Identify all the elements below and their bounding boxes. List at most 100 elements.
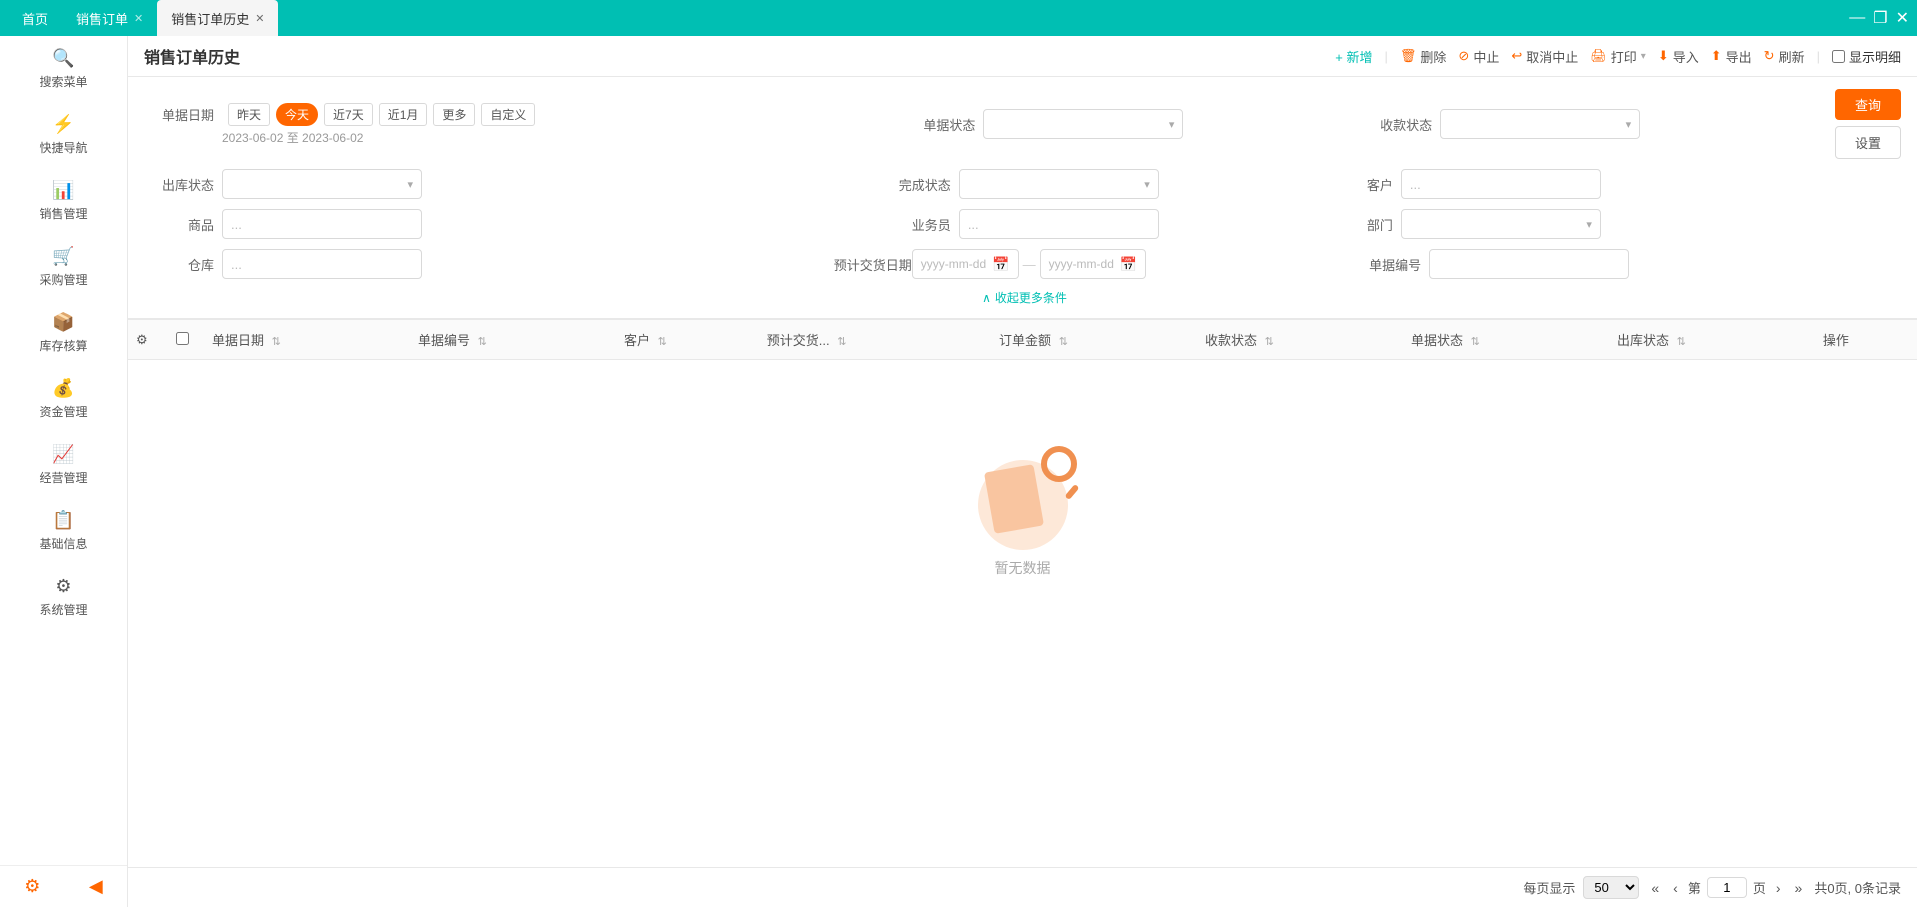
complete-status-select[interactable]: ▾	[959, 169, 1159, 199]
col-customer-sort-icon[interactable]: ⇅	[658, 336, 667, 348]
import-label: 导入	[1673, 47, 1699, 66]
page-number-input[interactable]	[1707, 877, 1747, 898]
dept-select[interactable]: ▾	[1401, 209, 1601, 239]
settings-button[interactable]: 设置	[1835, 126, 1901, 159]
empty-area: 暂无数据	[128, 360, 1917, 658]
delivery-date-to-input[interactable]: yyyy-mm-dd 📅	[1040, 249, 1147, 279]
delete-button[interactable]: 🗑 删除	[1400, 47, 1447, 66]
sidebar-item-base-info[interactable]: 📋 基础信息	[0, 498, 127, 564]
col-number[interactable]: 单据编号 ⇅	[410, 320, 616, 360]
salesperson-input[interactable]: ...	[959, 209, 1159, 239]
order-status-arrow-icon: ▾	[1169, 118, 1175, 131]
col-order-status[interactable]: 单据状态 ⇅	[1403, 320, 1609, 360]
print-icon: 🖨	[1590, 48, 1607, 64]
sidebar-item-quick-nav[interactable]: ⚡ 快捷导航	[0, 102, 127, 168]
content-area: 销售订单历史 + 新增 | 🗑 删除 ⊘ 中止 ↩ 取消中止 🖨	[128, 36, 1917, 907]
window-minimize-icon[interactable]: —	[1849, 9, 1865, 27]
tab-home-label: 首页	[22, 9, 48, 28]
export-button[interactable]: ⬆ 导出	[1711, 47, 1752, 66]
col-order-status-sort-icon[interactable]: ⇅	[1471, 336, 1480, 348]
col-amount[interactable]: 订单金额 ⇅	[991, 320, 1197, 360]
customer-input[interactable]: ...	[1401, 169, 1601, 199]
stock-out-select[interactable]: ▾	[222, 169, 422, 199]
window-restore-icon[interactable]: ❐	[1873, 8, 1887, 28]
stop-button[interactable]: ⊘ 中止	[1458, 47, 1499, 66]
product-input[interactable]: ...	[222, 209, 422, 239]
table-area: ⚙ 单据日期 ⇅ 单据编号 ⇅	[128, 319, 1917, 867]
complete-status-arrow-icon: ▾	[1144, 178, 1150, 191]
collapse-row[interactable]: ∧ 收起更多条件	[144, 289, 1901, 306]
col-payment-status-sort-icon[interactable]: ⇅	[1265, 336, 1274, 348]
sidebar-item-sales-mgmt[interactable]: 📊 销售管理	[0, 168, 127, 234]
col-date[interactable]: 单据日期 ⇅	[204, 320, 410, 360]
page-next-button[interactable]: ›	[1772, 878, 1785, 898]
import-button[interactable]: ⬇ 导入	[1658, 47, 1699, 66]
tab-sales-order-history[interactable]: 销售订单历史 ✕	[157, 0, 278, 36]
main-layout: 🔍 搜索菜单 ⚡ 快捷导航 📊 销售管理 🛒 采购管理 📦 库存核算 💰 资金管…	[0, 36, 1917, 907]
date-btn-more[interactable]: 更多	[433, 103, 475, 126]
payment-status-select[interactable]: ▾	[1440, 109, 1640, 139]
print-dropdown-icon[interactable]: ▾	[1641, 51, 1646, 62]
sidebar-settings-icon[interactable]: ⚙	[24, 876, 40, 897]
date-btn-7days[interactable]: 近7天	[324, 103, 373, 126]
print-button[interactable]: 🖨 打印 ▾	[1590, 47, 1646, 66]
filter-item-delivery-date: 预计交货日期 yyyy-mm-dd 📅 — yyyy-mm-dd 📅	[834, 249, 1351, 279]
order-status-select[interactable]: ▾	[983, 109, 1183, 139]
sidebar-item-sales-mgmt-label: 销售管理	[39, 205, 87, 222]
show-detail-checkbox[interactable]	[1832, 50, 1845, 63]
top-bar: 首页 销售订单 ✕ 销售订单历史 ✕ — ❐ ✕	[0, 0, 1917, 36]
warehouse-dots: ...	[231, 257, 242, 272]
tab-sales-order[interactable]: 销售订单 ✕	[62, 0, 157, 36]
stop-label: 中止	[1473, 47, 1499, 66]
date-range-separator: —	[1023, 257, 1036, 272]
new-button[interactable]: + 新增	[1335, 47, 1372, 66]
delivery-date-from-value: yyyy-mm-dd	[921, 257, 986, 271]
sidebar-item-purchase-mgmt[interactable]: 🛒 采购管理	[0, 234, 127, 300]
tab-sales-order-history-label: 销售订单历史	[171, 9, 249, 28]
col-stock-status-sort-icon[interactable]: ⇅	[1677, 336, 1686, 348]
col-date-sort-icon[interactable]: ⇅	[272, 336, 281, 348]
collapse-label: 收起更多条件	[995, 289, 1067, 306]
sidebar-item-ops-mgmt[interactable]: 📈 经营管理	[0, 432, 127, 498]
col-customer[interactable]: 客户 ⇅	[616, 320, 759, 360]
page-first-button[interactable]: «	[1647, 878, 1663, 898]
sidebar-item-inventory-calc[interactable]: 📦 库存核算	[0, 300, 127, 366]
date-btn-1month[interactable]: 近1月	[379, 103, 428, 126]
empty-magnify-circle	[1041, 446, 1077, 482]
tab-home[interactable]: 首页	[8, 0, 62, 36]
col-amount-sort-icon[interactable]: ⇅	[1059, 336, 1068, 348]
cancel-stop-button[interactable]: ↩ 取消中止	[1511, 47, 1578, 66]
sidebar-collapse-icon[interactable]: ◀	[89, 876, 103, 897]
col-payment-status[interactable]: 收款状态 ⇅	[1197, 320, 1403, 360]
refresh-button[interactable]: ↻ 刷新	[1764, 47, 1805, 66]
tab-sales-order-label: 销售订单	[76, 9, 128, 28]
select-all-checkbox[interactable]	[176, 332, 189, 345]
warehouse-input[interactable]: ...	[222, 249, 422, 279]
order-no-input[interactable]	[1429, 249, 1629, 279]
window-close-icon[interactable]: ✕	[1896, 8, 1909, 28]
col-delivery-date-sort-icon[interactable]: ⇅	[837, 336, 846, 348]
sidebar-item-sys-mgmt[interactable]: ⚙ 系统管理	[0, 564, 127, 630]
filter-item-order-status: 单据状态 ▾	[905, 109, 1362, 139]
query-button[interactable]: 查询	[1835, 89, 1901, 120]
page-size-select[interactable]: 20 50 100	[1583, 876, 1639, 899]
col-number-sort-icon[interactable]: ⇅	[478, 336, 487, 348]
warehouse-label: 仓库	[144, 255, 214, 274]
date-btn-today[interactable]: 今天	[276, 103, 318, 126]
date-btn-yesterday[interactable]: 昨天	[228, 103, 270, 126]
sidebar-item-search-menu[interactable]: 🔍 搜索菜单	[0, 36, 127, 102]
col-delivery-date[interactable]: 预计交货... ⇅	[759, 320, 991, 360]
show-detail-checkbox-label: 显示明细	[1832, 47, 1901, 66]
filter-area: 单据日期 昨天 今天 近7天 近1月 更多 自定义 2023-06-02 至 2…	[128, 77, 1917, 319]
sidebar-item-fund-mgmt[interactable]: 💰 资金管理	[0, 366, 127, 432]
table-settings-icon[interactable]: ⚙	[136, 332, 148, 347]
col-stock-status[interactable]: 出库状态 ⇅	[1609, 320, 1815, 360]
tab-sales-order-history-close[interactable]: ✕	[255, 12, 264, 25]
page-nav: « ‹ 第 页 › »	[1647, 877, 1806, 898]
date-btn-custom[interactable]: 自定义	[481, 103, 535, 126]
tab-sales-order-close[interactable]: ✕	[134, 12, 143, 25]
page-prev-button[interactable]: ‹	[1669, 878, 1682, 898]
table-settings-col[interactable]: ⚙	[128, 320, 168, 360]
delivery-date-from-input[interactable]: yyyy-mm-dd 📅	[912, 249, 1019, 279]
page-last-button[interactable]: »	[1791, 878, 1807, 898]
